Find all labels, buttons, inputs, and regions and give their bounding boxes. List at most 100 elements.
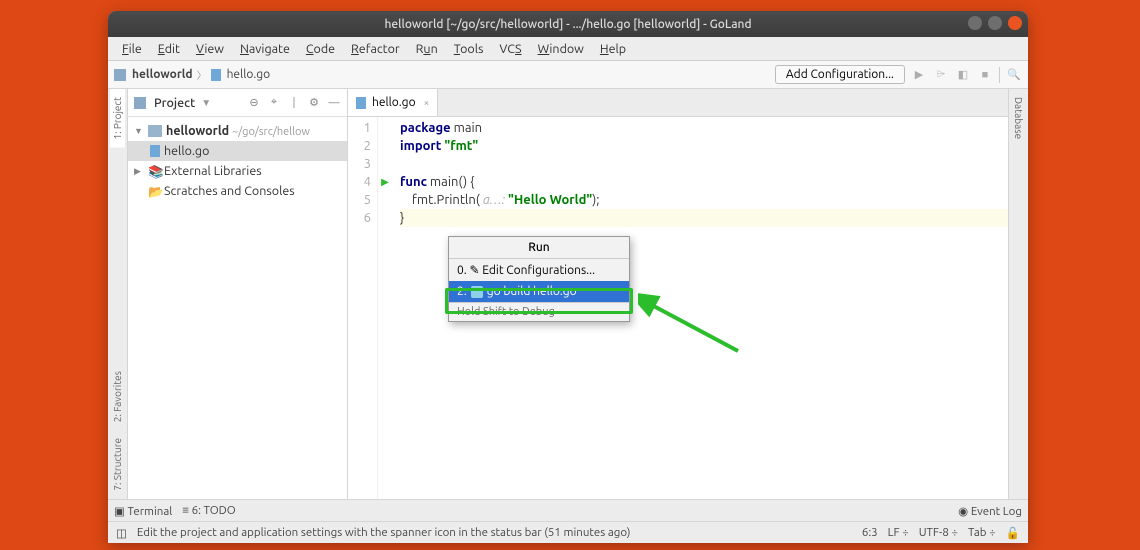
run-item-label: go build hello.go (487, 285, 577, 298)
settings-sep-icon: | (287, 96, 301, 110)
project-panel-header: Project ▼ ⊖ ⌖ | ⚙ — (128, 89, 347, 117)
code-token: main (451, 121, 482, 135)
project-panel-title[interactable]: Project (154, 96, 195, 110)
tree-scratches-label: Scratches and Consoles (164, 184, 295, 198)
left-tool-rail: 1: Project 2: Favorites 7: Structure (108, 89, 128, 499)
menu-edit[interactable]: Edit (150, 40, 188, 58)
close-tab-icon[interactable]: × (424, 97, 430, 108)
toolbar-right: Add Configuration... ▶ ⌲ ◧ ■ 🔍 (775, 65, 1022, 84)
breadcrumbs: helloworld 〉 hello.go (114, 67, 270, 82)
breadcrumb-project[interactable]: helloworld (132, 68, 193, 81)
line-gutter: 1 2 3 4 5 6 (348, 117, 378, 499)
tab-eventlog-label: Event Log (971, 505, 1022, 518)
minimize-icon[interactable] (968, 16, 982, 30)
menu-navigate[interactable]: Navigate (232, 40, 298, 58)
project-tree: ▼ helloworld ~/go/src/hellow hello.go ▶ … (128, 117, 347, 205)
tab-terminal-label: Terminal (128, 505, 173, 518)
tree-project-root[interactable]: ▼ helloworld ~/go/src/hellow (128, 121, 347, 141)
tab-todo[interactable]: ≡ 6: TODO (182, 504, 235, 517)
menu-refactor[interactable]: Refactor (343, 40, 408, 58)
run-item-index: 2. (457, 285, 467, 298)
menu-code[interactable]: Code (298, 40, 343, 58)
rail-tab-project[interactable]: 1: Project (110, 89, 125, 148)
folder-icon (114, 69, 126, 81)
rail-tab-database[interactable]: Database (1011, 89, 1026, 147)
line-number: 3 (348, 155, 371, 173)
tab-terminal[interactable]: ▣ Terminal (114, 504, 172, 518)
status-line-sep[interactable]: LF ÷ (888, 526, 909, 539)
go-icon (471, 286, 483, 298)
code-token: func (400, 175, 427, 189)
status-message: Edit the project and application setting… (137, 526, 631, 539)
window-controls (968, 16, 1022, 30)
line-number: 5 (348, 191, 371, 209)
stop-icon[interactable]: ■ (977, 67, 993, 83)
status-indent[interactable]: Tab ÷ (968, 526, 996, 539)
tree-scratches[interactable]: 📂 Scratches and Consoles (128, 181, 347, 201)
maximize-icon[interactable] (988, 16, 1002, 30)
tab-event-log[interactable]: ◉ Event Log (958, 504, 1022, 518)
tree-file-hello[interactable]: hello.go (128, 141, 347, 161)
chevron-down-icon[interactable]: ▼ (201, 97, 211, 109)
editor-area: hello.go × 1 2 3 4 5 6 ▶ packag (348, 89, 1008, 499)
titlebar: helloworld [~/go/src/helloworld] - .../h… (108, 11, 1028, 37)
line-number: 1 (348, 119, 371, 137)
code-token: "fmt" (444, 139, 478, 153)
collapse-icon[interactable]: ⊖ (247, 96, 261, 110)
nav-toolbar: helloworld 〉 hello.go Add Configuration.… (108, 61, 1028, 89)
debug-icon[interactable]: ⌲ (933, 67, 949, 83)
coverage-icon[interactable]: ◧ (955, 67, 971, 83)
locate-icon[interactable]: ⌖ (267, 96, 281, 110)
menu-help[interactable]: Help (592, 40, 634, 58)
menu-tools[interactable]: Tools (446, 40, 492, 58)
run-item-go-build[interactable]: 2. go build hello.go (449, 281, 629, 302)
menu-window[interactable]: Window (530, 40, 592, 58)
run-gutter-icon[interactable]: ▶ (378, 173, 392, 191)
go-file-icon (356, 97, 366, 109)
code-token: fmt.Println( (400, 193, 483, 207)
search-icon[interactable]: 🔍 (1006, 67, 1022, 83)
tree-extlib-label: External Libraries (164, 164, 262, 178)
code-token: package (400, 121, 451, 135)
expand-arrow-icon[interactable]: ▶ (134, 166, 144, 177)
menu-file[interactable]: File (114, 40, 150, 58)
line-number: 2 (348, 137, 371, 155)
code-hint: a…: (483, 193, 508, 207)
close-icon[interactable] (1008, 16, 1022, 30)
rail-tab-structure[interactable]: 7: Structure (110, 430, 125, 499)
separator (999, 67, 1000, 83)
editor-tab-label: hello.go (372, 96, 416, 109)
run-popup: Run 0. ✎ Edit Configurations... 2. go bu… (448, 236, 630, 322)
status-window-icon[interactable]: ◫ (116, 526, 127, 540)
menu-run[interactable]: Run (408, 40, 446, 58)
run-popup-hint: Hold Shift to Debug (449, 302, 629, 321)
menu-view[interactable]: View (188, 40, 232, 58)
status-lock-icon[interactable]: 🔓 (1006, 526, 1020, 540)
menu-vcs[interactable]: VCS (491, 40, 529, 58)
run-icon[interactable]: ▶ (911, 67, 927, 83)
tab-todo-label: 6: TODO (192, 504, 236, 517)
editor-body[interactable]: 1 2 3 4 5 6 ▶ package main import "fmt" … (348, 117, 1008, 499)
status-encoding[interactable]: UTF-8 ÷ (919, 526, 958, 539)
line-number: 6 (348, 209, 371, 227)
breadcrumb-file[interactable]: hello.go (227, 68, 271, 81)
menubar: File Edit View Navigate Code Refactor Ru… (108, 37, 1028, 61)
tree-external-libraries[interactable]: ▶ 📚 External Libraries (128, 161, 347, 181)
code-token: "Hello World" (508, 193, 592, 207)
gutter-icons: ▶ (378, 117, 392, 499)
rail-tab-favorites[interactable]: 2: Favorites (110, 363, 125, 430)
run-item-edit-configurations[interactable]: 0. ✎ Edit Configurations... (449, 259, 629, 281)
status-bar: ◫ Edit the project and application setti… (108, 521, 1028, 543)
status-caret-pos[interactable]: 6:3 (862, 526, 878, 539)
folder-icon (148, 125, 162, 137)
gear-icon[interactable]: ⚙ (307, 96, 321, 110)
editor-tab-hello[interactable]: hello.go × (348, 89, 438, 116)
code-token: ); (592, 193, 599, 207)
add-configuration-button[interactable]: Add Configuration... (775, 65, 905, 84)
project-view-icon (134, 97, 146, 109)
tree-root-name: helloworld (166, 124, 229, 138)
code-token: import (400, 139, 441, 153)
expand-arrow-icon[interactable]: ▼ (134, 126, 144, 136)
tree-root-path: ~/go/src/hellow (232, 126, 310, 138)
hide-icon[interactable]: — (327, 96, 341, 110)
